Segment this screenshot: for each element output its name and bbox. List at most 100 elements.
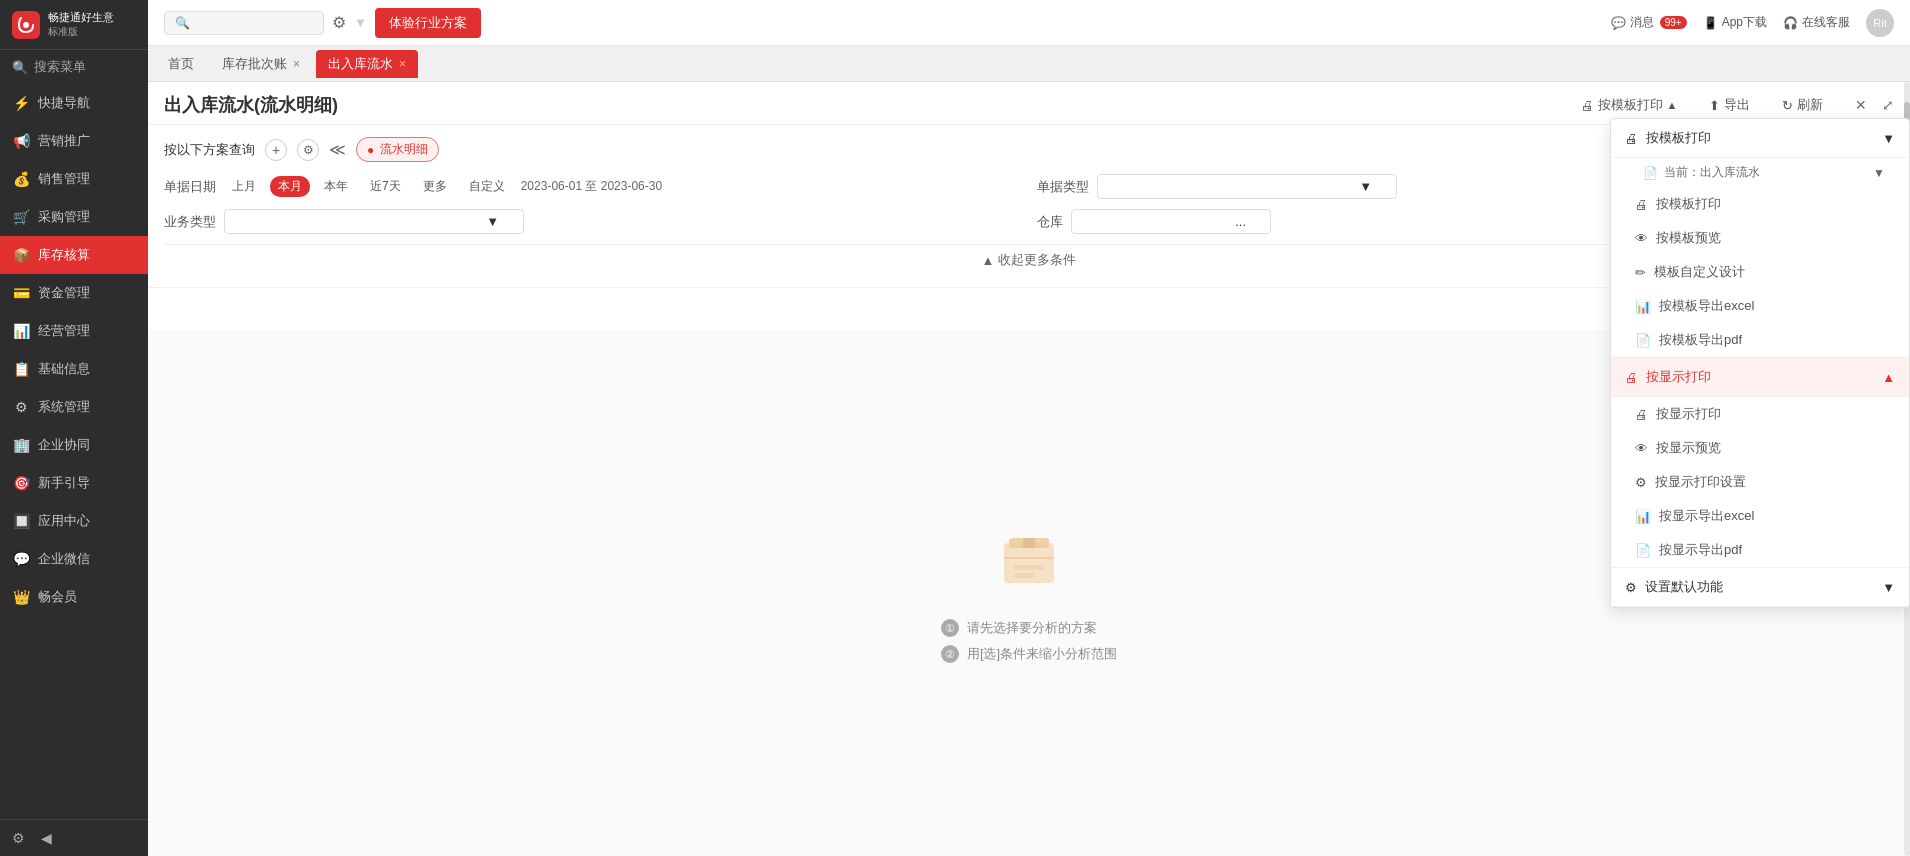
header-dropdown-icon[interactable]: ▼ — [354, 15, 367, 30]
template-custom-design-item[interactable]: ✏ 模板自定义设计 — [1611, 255, 1909, 289]
display-preview-item[interactable]: 👁 按显示预览 — [1611, 431, 1909, 465]
header-gear-icon[interactable]: ⚙ — [332, 13, 346, 32]
empty-state-icon — [989, 523, 1069, 603]
print-template-btn[interactable]: 🖨 按模板打印 ▲ — [1573, 92, 1686, 118]
collapse-up-icon: ▲ — [982, 253, 995, 268]
sidebar-item-appstore[interactable]: 🔲 应用中心 — [0, 502, 148, 540]
app-name: 畅捷通好生意 — [48, 10, 114, 24]
empty-step-1: ① 请先选择要分析的方案 — [941, 619, 1117, 637]
sidebar-item-member[interactable]: 👑 畅会员 — [0, 578, 148, 616]
export-btn[interactable]: ⬆ 导出 — [1701, 92, 1758, 118]
sidebar-search[interactable]: 🔍 搜索菜单 — [0, 50, 148, 84]
filter-collapse-icon[interactable]: ≪ — [329, 140, 346, 159]
refresh-btn[interactable]: ↻ 刷新 — [1774, 92, 1831, 118]
message-item[interactable]: 💬 消息 99+ — [1611, 14, 1687, 31]
display-print-chevron: ▲ — [1882, 370, 1895, 385]
filter-tag[interactable]: ● 流水明细 — [356, 137, 439, 162]
set-default-section-header[interactable]: ⚙ 设置默认功能 ▼ — [1611, 568, 1909, 607]
display-print-item[interactable]: 🖨 按显示打印 — [1611, 397, 1909, 431]
date-opt-7days[interactable]: 近7天 — [362, 176, 409, 197]
sidebar-item-basic[interactable]: 📋 基础信息 — [0, 350, 148, 388]
search-icon: 🔍 — [12, 60, 28, 75]
date-opt-this-month[interactable]: 本月 — [270, 176, 310, 197]
online-service-item[interactable]: 🎧 在线客服 — [1783, 14, 1850, 31]
tab-batch-label: 库存批次账 — [222, 55, 287, 73]
header-left: 🔍 ⚙ ▼ 体验行业方案 — [164, 8, 1599, 38]
sidebar-item-operations[interactable]: 📊 经营管理 — [0, 312, 148, 350]
enterprise-icon: 🏢 — [12, 437, 30, 453]
filter-add-btn[interactable]: + — [265, 139, 287, 161]
tab-home-label: 首页 — [168, 55, 194, 73]
app-download-item[interactable]: 📱 App下载 — [1703, 14, 1767, 31]
template-export-pdf-item[interactable]: 📄 按模板导出pdf — [1611, 323, 1909, 357]
sidebar-item-marketing[interactable]: 📢 营销推广 — [0, 122, 148, 160]
sidebar-item-finance[interactable]: 💳 资金管理 — [0, 274, 148, 312]
business-chevron: ▼ — [486, 214, 499, 229]
business-type-select[interactable]: ▼ — [224, 209, 524, 234]
collapse-label: 收起更多条件 — [998, 251, 1076, 269]
current-template-item[interactable]: 📄 当前：出入库流水 ▼ — [1611, 158, 1909, 187]
warehouse-select[interactable]: ... — [1071, 209, 1271, 234]
close-window-btn[interactable]: × — [1855, 95, 1866, 116]
svg-rect-5 — [1014, 565, 1044, 570]
display-export-pdf-item[interactable]: 📄 按显示导出pdf — [1611, 533, 1909, 567]
template-export-excel-item[interactable]: 📊 按模板导出excel — [1611, 289, 1909, 323]
filter-settings-btn[interactable]: ⚙ — [297, 139, 319, 161]
sidebar-item-purchase[interactable]: 🛒 采购管理 — [0, 198, 148, 236]
message-label: 消息 — [1630, 14, 1654, 31]
sidebar-navigation: ⚡ 快捷导航 📢 营销推广 💰 销售管理 🛒 采购管理 📦 库存核算 💳 资金管… — [0, 84, 148, 819]
doc-type-label: 单据类型 — [1037, 178, 1089, 196]
empty-step-2: ② 用[选]条件来缩小分析范围 — [941, 645, 1117, 663]
tab-batch[interactable]: 库存批次账 × — [210, 50, 312, 78]
app-logo-icon — [12, 11, 40, 39]
display-print-section-header[interactable]: 🖨 按显示打印 ▲ — [1611, 358, 1909, 397]
sidebar-item-inventory[interactable]: 📦 库存核算 — [0, 236, 148, 274]
template-preview-item[interactable]: 👁 按模板预览 — [1611, 221, 1909, 255]
doc-type-select[interactable]: ▼ — [1097, 174, 1397, 199]
sidebar-item-label: 销售管理 — [38, 170, 90, 188]
display-print-settings-item[interactable]: ⚙ 按显示打印设置 — [1611, 465, 1909, 499]
tab-flow-close[interactable]: × — [399, 57, 406, 71]
export-icon: ⬆ — [1709, 98, 1720, 113]
header-search-box[interactable]: 🔍 — [164, 11, 324, 35]
template-design-label: 模板自定义设计 — [1654, 263, 1745, 281]
sidebar-item-quick-nav[interactable]: ⚡ 快捷导航 — [0, 84, 148, 122]
filter-title: 按以下方案查询 — [164, 141, 255, 159]
sidebar-item-enterprise[interactable]: 🏢 企业协同 — [0, 426, 148, 464]
template-print-chevron: ▼ — [1882, 131, 1895, 146]
tab-batch-close[interactable]: × — [293, 57, 300, 71]
date-opt-last-month[interactable]: 上月 — [224, 176, 264, 197]
download-icon: 📱 — [1703, 16, 1718, 30]
template-preview-icon: 👁 — [1635, 231, 1648, 246]
trial-btn[interactable]: 体验行业方案 — [375, 8, 481, 38]
sidebar-item-guide[interactable]: 🎯 新手引导 — [0, 464, 148, 502]
svg-rect-3 — [1023, 538, 1035, 548]
business-type-field: 业务类型 ▼ — [164, 209, 1021, 234]
sidebar-item-sales[interactable]: 💰 销售管理 — [0, 160, 148, 198]
user-name-display: Rit — [1873, 17, 1886, 29]
user-avatar-item[interactable]: Rit — [1866, 9, 1894, 37]
settings-bottom-icon[interactable]: ⚙ — [12, 830, 25, 846]
tab-flow[interactable]: 出入库流水 × — [316, 50, 418, 78]
display-print-item-label: 按显示打印 — [1656, 405, 1721, 423]
sidebar-item-system[interactable]: ⚙ 系统管理 — [0, 388, 148, 426]
date-opt-more[interactable]: 更多 — [415, 176, 455, 197]
template-print-item[interactable]: 🖨 按模板打印 — [1611, 187, 1909, 221]
collapse-sidebar-icon[interactable]: ◀ — [41, 830, 52, 846]
template-print-section-header[interactable]: 🖨 按模板打印 ▼ — [1611, 119, 1909, 158]
wechat-icon: 💬 — [12, 551, 30, 567]
tab-home[interactable]: 首页 — [156, 50, 206, 78]
warehouse-more-icon[interactable]: ... — [1235, 214, 1246, 229]
sidebar-item-wechat[interactable]: 💬 企业微信 — [0, 540, 148, 578]
date-opt-this-year[interactable]: 本年 — [316, 176, 356, 197]
display-print-header-icon: 🖨 — [1625, 370, 1638, 385]
date-options: 上月 本月 本年 近7天 更多 自定义 — [224, 176, 513, 197]
user-avatar: Rit — [1866, 9, 1894, 37]
header-right: 💬 消息 99+ 📱 App下载 🎧 在线客服 Rit — [1611, 9, 1894, 37]
date-opt-custom[interactable]: 自定义 — [461, 176, 513, 197]
system-icon: ⚙ — [12, 399, 30, 415]
print-dropdown-panel: 🖨 按模板打印 ▼ 📄 当前：出入库流水 ▼ 🖨 按模板打印 👁 — [1610, 118, 1910, 608]
sidebar-item-label: 采购管理 — [38, 208, 90, 226]
expand-window-btn[interactable]: ⤢ — [1882, 97, 1894, 113]
display-export-excel-item[interactable]: 📊 按显示导出excel — [1611, 499, 1909, 533]
